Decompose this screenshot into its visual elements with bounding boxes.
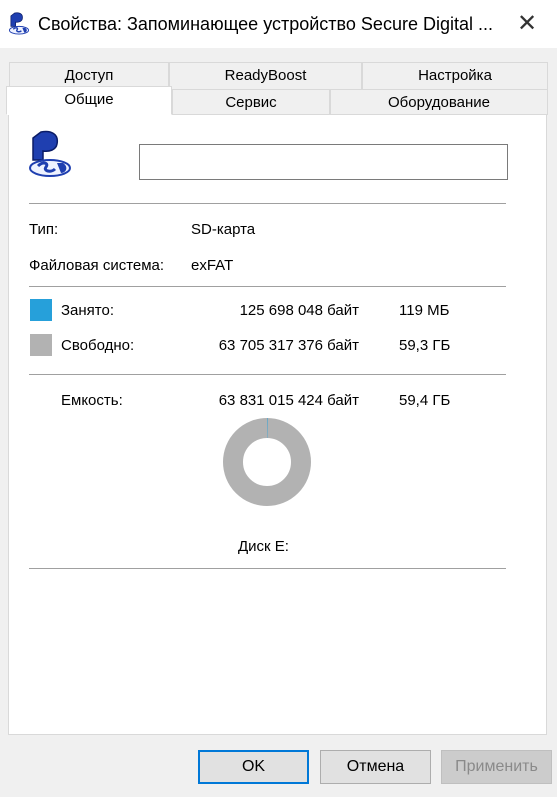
title-bar: Свойства: Запоминающее устройство Secure… <box>0 0 557 48</box>
sd-card-icon <box>29 130 71 177</box>
used-color-swatch <box>30 299 52 321</box>
disk-label: Диск E: <box>238 538 289 555</box>
capacity-short: 59,4 ГБ <box>399 392 451 409</box>
free-bytes: 63 705 317 376 байт <box>218 337 359 354</box>
free-space-ring <box>223 418 311 506</box>
tab-general[interactable]: Общие <box>6 86 172 115</box>
tab-label: ReadyBoost <box>224 67 307 84</box>
tab-readyboost[interactable]: ReadyBoost <box>169 62 362 90</box>
general-panel: Тип: SD-карта Файловая система: exFAT За… <box>8 114 547 735</box>
tab-settings[interactable]: Настройка <box>362 62 548 90</box>
tab-label: Настройка <box>418 67 492 84</box>
drive-name-input[interactable] <box>139 144 508 180</box>
usage-donut-chart <box>223 418 311 506</box>
free-short: 59,3 ГБ <box>399 337 451 354</box>
tab-hardware[interactable]: Оборудование <box>330 89 548 115</box>
sd-card-icon <box>8 12 30 35</box>
cancel-button[interactable]: Отмена <box>320 750 431 784</box>
dialog-body: Доступ ReadyBoost Настройка Общие Сервис… <box>0 48 557 797</box>
type-label: Тип: <box>29 221 59 238</box>
used-label: Занято: <box>61 302 115 319</box>
window-title: Свойства: Запоминающее устройство Secure… <box>38 14 493 34</box>
tab-label: Общие <box>64 91 114 108</box>
tab-label: Сервис <box>225 94 277 111</box>
tab-service[interactable]: Сервис <box>172 89 330 115</box>
used-short: 119 МБ <box>399 302 450 319</box>
apply-button[interactable]: Применить <box>441 750 552 784</box>
free-color-swatch <box>30 334 52 356</box>
tab-label: Доступ <box>64 67 114 84</box>
type-value: SD-карта <box>191 221 256 238</box>
used-bytes: 125 698 048 байт <box>239 302 359 319</box>
ok-button[interactable]: OK <box>198 750 309 784</box>
filesystem-value: exFAT <box>191 257 234 274</box>
capacity-label: Емкость: <box>61 392 123 409</box>
close-icon: ✕ <box>516 10 538 37</box>
close-button[interactable]: ✕ <box>510 9 544 39</box>
tab-label: Оборудование <box>387 94 491 111</box>
separator <box>29 203 506 204</box>
filesystem-label: Файловая система: <box>29 257 165 274</box>
separator <box>29 568 506 569</box>
separator <box>29 286 506 287</box>
free-label: Свободно: <box>61 337 135 354</box>
separator <box>29 374 506 375</box>
capacity-bytes: 63 831 015 424 байт <box>218 392 359 409</box>
